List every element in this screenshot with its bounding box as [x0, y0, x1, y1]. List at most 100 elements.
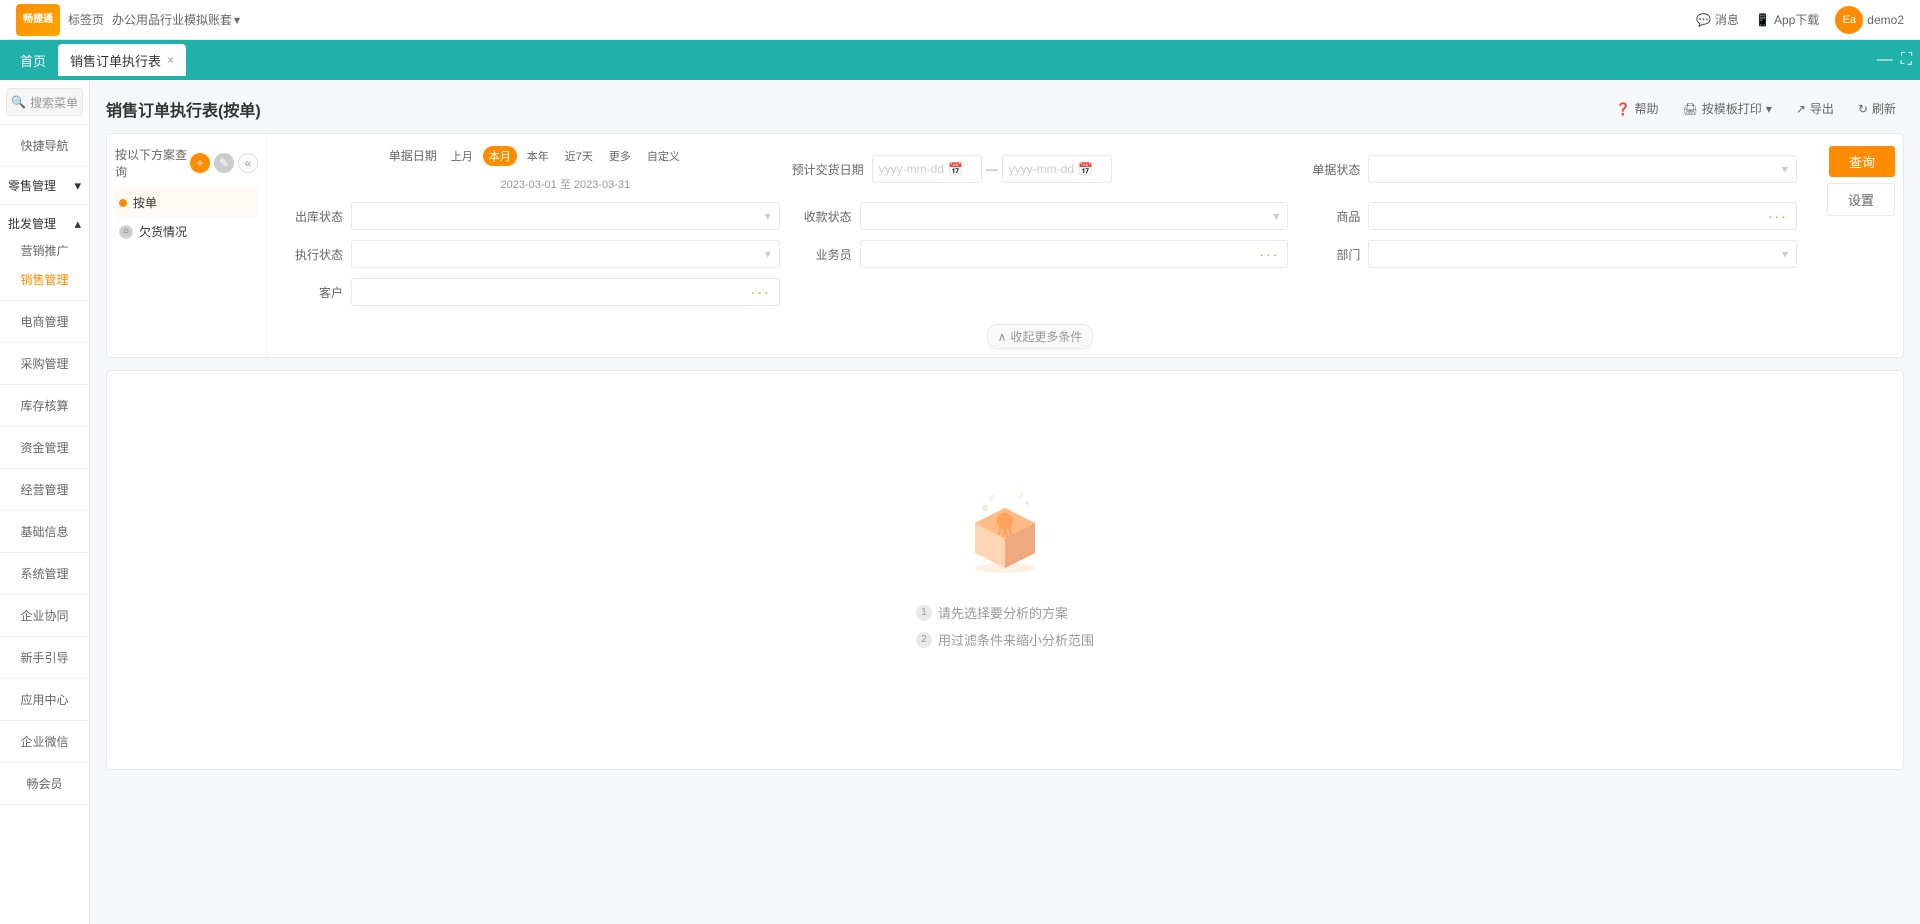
sidebar-item-basic[interactable]: 基础信息	[0, 511, 89, 553]
edit-scheme-button[interactable]: ✎	[214, 153, 234, 173]
filter-row-4: 客户 ···	[283, 278, 1797, 306]
sidebar-item-wholesale[interactable]: 批发管理 ▴ 营销推广 销售管理	[0, 205, 89, 301]
sidebar-item-finance[interactable]: 资金管理	[0, 427, 89, 469]
page-actions: ❓ 帮助 🖨 按模板打印 ▾ ↗ 导出 ↻ 刷新	[1608, 96, 1904, 121]
date-tab-lastmonth[interactable]: 上月	[445, 146, 479, 166]
avatar: Ea	[1835, 6, 1863, 34]
sidebar-subitem-marketing[interactable]: 营销推广	[0, 236, 89, 265]
filter-single-date: 单据日期 上月 本月 本年 近7天 更多 自定义	[283, 146, 780, 192]
template-print-button[interactable]: 🖨 按模板打印 ▾	[1675, 96, 1780, 121]
empty-svg	[955, 483, 1055, 583]
date-tab-thismonth[interactable]: 本月	[483, 146, 517, 166]
warehouse-status-select[interactable]: ▾	[351, 202, 780, 230]
filter-scheme-header: 按以下方案查询 + ✎ «	[115, 146, 258, 180]
export-icon: ↗	[1796, 102, 1806, 116]
sidebar-item-quick-nav[interactable]: 快捷导航	[0, 125, 89, 167]
download-icon: 📱	[1755, 13, 1770, 27]
date-tab-group: 上月 本月 本年 近7天 更多 自定义	[445, 146, 686, 166]
scheme-actions: + ✎ «	[190, 153, 258, 173]
date-tab-custom[interactable]: 自定义	[641, 146, 686, 166]
tab-home[interactable]: 首页	[8, 44, 58, 76]
customer-input[interactable]: ···	[351, 278, 780, 306]
date-tab-7days[interactable]: 近7天	[559, 146, 599, 166]
app-subtitle: 标签页	[68, 11, 104, 28]
scheme-dot-orange	[119, 199, 127, 207]
calendar-icon-end: 📅	[1078, 162, 1093, 176]
scheme-item-anpai[interactable]: 按单	[115, 188, 258, 217]
payment-status-select[interactable]: ▾	[860, 202, 1289, 230]
filter-row-1: 单据日期 上月 本月 本年 近7天 更多 自定义	[283, 146, 1797, 192]
setting-button[interactable]: 设置	[1827, 183, 1895, 216]
content-area: 销售订单执行表(按单) ❓ 帮助 🖨 按模板打印 ▾ ↗ 导出 ↻ 刷新	[90, 80, 1920, 924]
exec-status-select[interactable]: ▾	[351, 240, 780, 268]
scheme-dot-grey: ○	[119, 225, 133, 239]
filter-exec-status: 执行状态 ▾	[283, 240, 780, 268]
refresh-icon: ↻	[1858, 102, 1868, 116]
filter-scheme-panel: 按以下方案查询 + ✎ « 按单 ○ 欠货情况	[107, 134, 267, 357]
sidebar-item-ops[interactable]: 经营管理	[0, 469, 89, 511]
sidebar-subitem-sales[interactable]: 销售管理	[0, 265, 89, 294]
help-button[interactable]: ❓ 帮助	[1608, 96, 1667, 121]
query-button[interactable]: 查询	[1829, 146, 1895, 177]
tab-sales-exec[interactable]: 销售订单执行表 ×	[58, 44, 186, 76]
sidebar-item-retail[interactable]: 零售管理 ▾	[0, 167, 89, 205]
top-bar: 畅捷通 标签页 办公用品行业模拟账套 ▾ 💬 消息 📱 App下载 Ea dem…	[0, 0, 1920, 40]
nav-title-dropdown[interactable]: 办公用品行业模拟账套 ▾	[112, 11, 240, 28]
tab-bar-actions: — ⛶	[1877, 51, 1912, 69]
filter-action-buttons: 查询 设置	[1813, 134, 1903, 357]
tab-minimize-button[interactable]: —	[1877, 51, 1893, 69]
sidebar-item-newbie[interactable]: 新手引导	[0, 637, 89, 679]
filter-row-2: 出库状态 ▾ 收款状态 ▾	[283, 202, 1797, 230]
filter-salesman: 业务员 ···	[792, 240, 1289, 268]
tab-bar: 首页 销售订单执行表 × — ⛶	[0, 40, 1920, 80]
salesman-input[interactable]: ···	[860, 240, 1289, 268]
sidebar: 🔍 搜索菜单 快捷导航 零售管理 ▾ 批发管理 ▴ 营销推广 销售管理 电商管理…	[0, 80, 90, 924]
filter-row-3: 执行状态 ▾ 业务员 ···	[283, 240, 1797, 268]
app-download-button[interactable]: 📱 App下载	[1755, 11, 1819, 28]
chevron-down-icon: ▾	[1273, 209, 1279, 223]
sidebar-item-system[interactable]: 系统管理	[0, 553, 89, 595]
main-layout: 🔍 搜索菜单 快捷导航 零售管理 ▾ 批发管理 ▴ 营销推广 销售管理 电商管理…	[0, 80, 1920, 924]
chevron-down-icon: ▾	[74, 178, 81, 194]
chevron-down-icon: ▾	[765, 209, 771, 223]
goods-select-icon: ···	[1768, 208, 1788, 224]
single-status-select[interactable]: ▾	[1368, 155, 1797, 183]
collapse-button[interactable]: ∧ 收起更多条件	[987, 324, 1094, 349]
tab-maximize-button[interactable]: ⛶	[1901, 51, 1912, 69]
refresh-button[interactable]: ↻ 刷新	[1850, 96, 1904, 121]
sidebar-item-corpwx[interactable]: 企业微信	[0, 721, 89, 763]
user-menu[interactable]: Ea demo2	[1835, 6, 1904, 34]
calendar-icon: 📅	[948, 162, 963, 176]
sidebar-search-area: 🔍 搜索菜单	[0, 80, 89, 125]
date-tab-more[interactable]: 更多	[603, 146, 637, 166]
sidebar-item-corp[interactable]: 企业协同	[0, 595, 89, 637]
scheme-item-qiankuan[interactable]: ○ 欠货情况	[115, 217, 258, 246]
export-button[interactable]: ↗ 导出	[1788, 96, 1842, 121]
filter-warehouse-status: 出库状态 ▾	[283, 202, 780, 230]
customer-select-icon: ···	[751, 284, 771, 300]
collapse-icon: ∧	[998, 330, 1007, 344]
expected-date-end[interactable]: yyyy-mm-dd 📅	[1002, 155, 1112, 183]
dept-select[interactable]: ▾	[1368, 240, 1797, 268]
sidebar-item-inventory[interactable]: 库存核算	[0, 385, 89, 427]
empty-tip-1: 1 请先选择要分析的方案	[916, 603, 1094, 622]
top-bar-left: 畅捷通 标签页 办公用品行业模拟账套 ▾	[16, 4, 240, 36]
filter-single-status: 单据状态 ▾	[1300, 146, 1797, 192]
sidebar-item-purchase[interactable]: 采购管理	[0, 343, 89, 385]
tab-close-icon[interactable]: ×	[167, 53, 174, 67]
sidebar-item-apps[interactable]: 应用中心	[0, 679, 89, 721]
messages-button[interactable]: 💬 消息	[1696, 11, 1739, 28]
goods-input[interactable]: ···	[1368, 202, 1797, 230]
expected-date-start[interactable]: yyyy-mm-dd 📅	[872, 155, 982, 183]
print-icon: 🖨	[1683, 102, 1698, 116]
sidebar-item-member[interactable]: 畅会员	[0, 763, 89, 805]
collapse-scheme-button[interactable]: «	[238, 153, 258, 173]
add-scheme-button[interactable]: +	[190, 153, 210, 173]
sidebar-item-ecom[interactable]: 电商管理	[0, 301, 89, 343]
filter-customer: 客户 ···	[283, 278, 780, 306]
filter-payment-status: 收款状态 ▾	[792, 202, 1289, 230]
search-menu-button[interactable]: 🔍 搜索菜单	[6, 88, 83, 116]
expected-date-range: yyyy-mm-dd 📅 — yyyy-mm-dd 📅	[872, 155, 1112, 183]
chevron-down-icon: ▾	[1782, 247, 1788, 261]
date-tab-thisyear[interactable]: 本年	[521, 146, 555, 166]
